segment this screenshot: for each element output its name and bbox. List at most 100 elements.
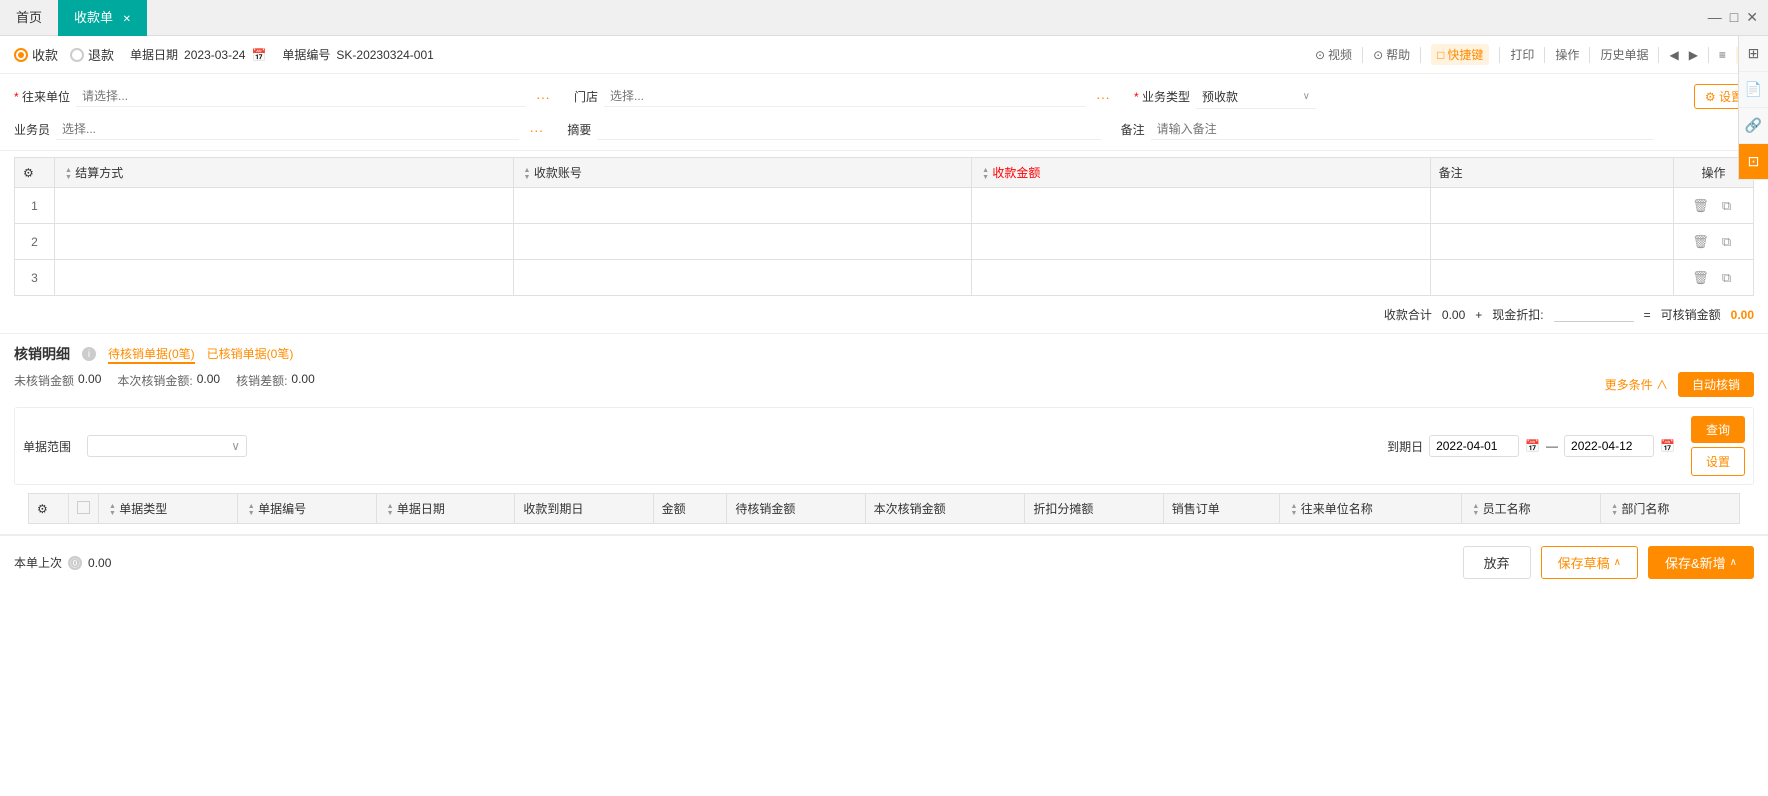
remark-input[interactable] [1151,119,1654,140]
pending-tab[interactable]: 待核销单据(0笔) [108,345,195,364]
divider5 [1589,47,1590,63]
refund-radio[interactable]: 退款 [70,45,114,64]
copy-row-icon-2[interactable]: ⧉ [1717,232,1737,252]
unchecked-amount: 未核销金额 0.00 [14,372,101,397]
divider6 [1658,47,1659,63]
right-sidebar: ⊞ 📄 🔗 ⊡ [1738,36,1768,180]
footer-info: 本单上次 ⓪ 0.00 [14,554,111,571]
store-more-btn[interactable]: ··· [1092,89,1114,105]
summary-field: 摘要 [567,119,1100,140]
summary-row: 收款合计 0.00 + 现金折扣: = 可核销金额 0.00 [0,296,1768,334]
done-tab[interactable]: 已核销单据(0笔) [207,345,294,364]
divider4 [1544,47,1545,63]
calendar-icon[interactable]: 📅 [251,48,266,62]
operation-btn[interactable]: 操作 [1555,46,1579,63]
date-filter: 到期日 📅 — 📅 [1387,435,1675,457]
receipt-table: ⚙ ▲▼ 结算方式 ▲▼ 收款账号 ▲▼ 收款金额 备注 [14,157,1754,296]
date-from-input[interactable] [1429,435,1519,457]
window-controls: — □ ✕ [1708,9,1768,26]
delete-row-icon-2[interactable]: 🗑 [1691,232,1711,252]
tab-receipt[interactable]: 收款单 ✕ [58,0,147,36]
form-row-1: 往来单位 ··· 门店 ··· 业务类型 预收款 ∨ ⚙ 设置 [14,84,1754,109]
table-section: ⚙ ▲▼ 结算方式 ▲▼ 收款账号 ▲▼ 收款金额 备注 [0,157,1768,296]
receipt-radio-btn [14,48,28,62]
writeoff-diff: 核销差额: 0.00 [236,372,315,397]
help-btn[interactable]: ⊙ 帮助 [1373,46,1410,63]
staff-input[interactable] [56,119,519,140]
doc-date-field: 单据日期 2023-03-24 📅 [130,46,266,63]
table-settings-col[interactable]: ⚙ [15,158,55,188]
abandon-btn[interactable]: 放弃 [1463,546,1531,579]
maximize-icon[interactable]: □ [1730,9,1738,26]
bt-col-settings[interactable]: ⚙ [29,494,69,524]
print-btn[interactable]: 打印 [1510,46,1534,63]
total-value: 0.00 [1442,308,1465,322]
receipt-radio[interactable]: 收款 [14,45,58,64]
available-value: 0.00 [1731,308,1754,322]
tab-close-icon[interactable]: ✕ [123,14,131,25]
nav-next-icon[interactable]: ▶ [1689,48,1698,62]
copy-row-icon-3[interactable]: ⧉ [1717,268,1737,288]
discount-input[interactable] [1554,307,1634,322]
delete-row-icon-3[interactable]: 🗑 [1691,268,1711,288]
divider [1362,47,1363,63]
partner-input[interactable] [76,86,526,107]
nav-prev-icon[interactable]: ◀ [1669,48,1678,62]
business-type-label: 业务类型 [1134,88,1190,105]
footer: 本单上次 ⓪ 0.00 放弃 保存草稿 ∧ 保存&新增 ∧ [0,535,1768,589]
bt-col-due-date: 收款到期日 [515,494,653,524]
col-account: ▲▼ 收款账号 [513,158,972,188]
date-to-input[interactable] [1564,435,1654,457]
bt-col-amount: 金额 [653,494,727,524]
store-input[interactable] [604,86,1086,107]
sidebar-table-icon[interactable]: ⊞ [1739,36,1768,72]
bt-col-doc-type: ▲▼ 单据类型 [99,494,238,524]
save-draft-chevron: ∧ [1614,557,1621,568]
save-new-chevron: ∧ [1730,557,1737,568]
info-circle-icon[interactable]: ⓪ [68,556,82,570]
calendar-to-icon[interactable]: 📅 [1660,439,1675,453]
table-row: 1 🗑 ⧉ [15,188,1754,224]
close-icon[interactable]: ✕ [1746,9,1758,26]
save-new-btn[interactable]: 保存&新增 ∧ [1648,546,1754,579]
layout-icon[interactable]: ≡ [1719,48,1726,62]
shortcut-btn[interactable]: □ 快捷键 [1431,44,1489,65]
query-btn[interactable]: 查询 [1691,416,1745,443]
tab-bar: 首页 收款单 ✕ — □ ✕ [0,0,1768,36]
writeoff-section: 核销明细 i 待核销单据(0笔) 已核销单据(0笔) 未核销金额 0.00 本次… [0,334,1768,535]
writeoff-settings-btn[interactable]: 设置 [1691,447,1745,476]
refund-radio-btn [70,48,84,62]
save-draft-btn[interactable]: 保存草稿 ∧ [1541,546,1638,579]
info-icon[interactable]: i [82,347,96,361]
more-conditions-btn[interactable]: 更多条件 ∧ [1605,376,1668,393]
history-btn[interactable]: 历史单据 [1600,46,1648,63]
calendar-from-icon[interactable]: 📅 [1525,439,1540,453]
sidebar-attach-icon[interactable]: 🔗 [1739,108,1768,144]
current-writeoff-amount: 本次核销金额: 0.00 [117,372,220,397]
partner-more-btn[interactable]: ··· [532,89,554,105]
select-all-checkbox[interactable] [77,501,90,514]
video-btn[interactable]: ⊙ 视频 [1315,46,1352,63]
bottom-table-section: ⚙ ▲▼ 单据类型 ▲▼ 单据编号 [14,493,1754,524]
remark-field: 备注 [1121,119,1654,140]
tab-home[interactable]: 首页 [0,0,58,36]
copy-row-icon[interactable]: ⧉ [1717,196,1737,216]
range-select[interactable]: ∨ [87,435,247,457]
delete-row-icon[interactable]: 🗑 [1691,196,1711,216]
col-amount: ▲▼ 收款金额 [972,158,1431,188]
business-type-select[interactable]: 预收款 ∨ [1196,85,1316,109]
summary-label: 摘要 [567,121,591,138]
last-record-value: 0.00 [88,556,111,570]
dropdown-icon: ∨ [231,439,240,453]
sidebar-doc-icon[interactable]: 📄 [1739,72,1768,108]
main-content: 收款 退款 单据日期 2023-03-24 📅 单据编号 SK-20230324… [0,36,1768,796]
summary-input[interactable] [597,119,1100,140]
minimize-icon[interactable]: — [1708,9,1722,26]
auto-writeoff-btn[interactable]: 自动核销 [1678,372,1754,397]
staff-more-btn[interactable]: ··· [525,122,547,138]
bt-col-staff: ▲▼ 员工名称 [1462,494,1601,524]
partner-label: 往来单位 [14,88,70,105]
sidebar-expand-icon[interactable]: ⊡ [1739,144,1768,180]
bt-col-partner: ▲▼ 往来单位名称 [1280,494,1462,524]
form-section: 往来单位 ··· 门店 ··· 业务类型 预收款 ∨ ⚙ 设置 业务员 [0,74,1768,151]
